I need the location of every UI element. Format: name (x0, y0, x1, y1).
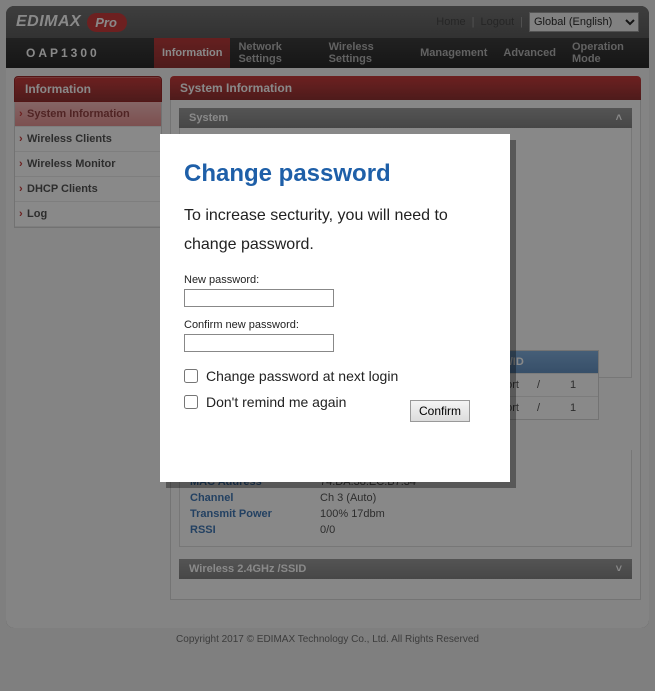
change-next-login-row[interactable]: Change password at next login (184, 368, 486, 384)
change-next-login-checkbox[interactable] (184, 369, 198, 383)
modal-body-text: To increase secturity, you will need to … (184, 202, 486, 260)
modal-title: Change password (184, 160, 486, 188)
change-password-modal: Change password To increase secturity, y… (160, 134, 510, 482)
new-password-label: New password: (184, 274, 486, 286)
page-root: EDIMAX Pro Home | Logout | Global (Engli… (0, 0, 655, 691)
dont-remind-label: Don't remind me again (206, 394, 346, 410)
dont-remind-checkbox[interactable] (184, 395, 198, 409)
confirm-button[interactable]: Confirm (410, 400, 470, 422)
confirm-password-label: Confirm new password: (184, 319, 486, 331)
confirm-password-input[interactable] (184, 334, 334, 352)
change-next-login-label: Change password at next login (206, 368, 398, 384)
new-password-input[interactable] (184, 289, 334, 307)
